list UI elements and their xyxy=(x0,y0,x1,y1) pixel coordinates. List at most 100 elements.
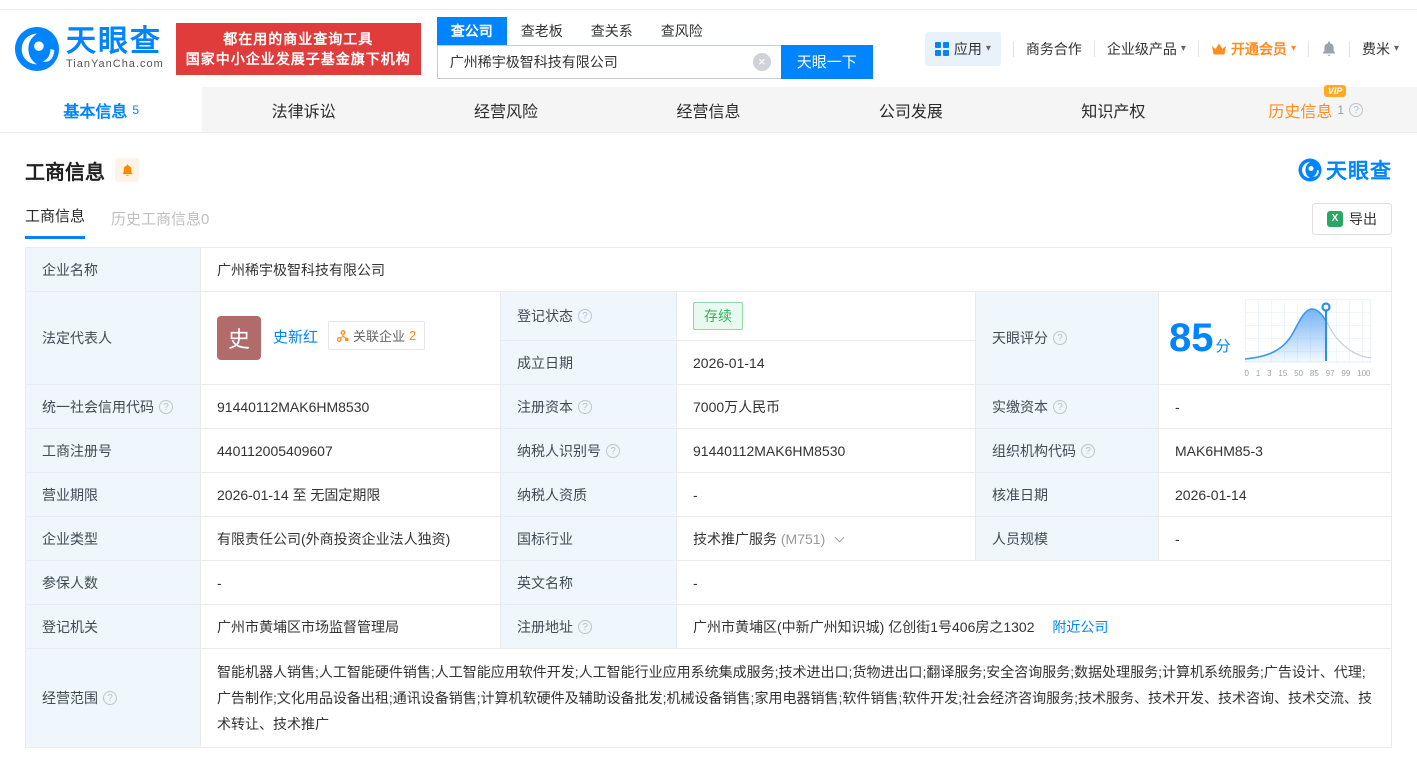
avatar[interactable]: 史 xyxy=(217,316,261,360)
section-title: 工商信息 xyxy=(25,156,105,185)
caret-down-icon: ▾ xyxy=(1291,43,1296,54)
english-name-value: - xyxy=(677,561,1392,605)
search-button[interactable]: 天眼一下 xyxy=(781,45,873,79)
reg-number-value: 440112005409607 xyxy=(201,429,501,473)
field-label: 成立日期 xyxy=(517,355,573,371)
reg-address-value: 广州市黄埔区(中新广州知识城) 亿创街1号406房之1302 附近公司 xyxy=(677,605,1392,649)
tab-operation-info[interactable]: 经营信息 xyxy=(607,87,809,132)
table-row: 登记机关 广州市黄埔区市场监督管理局 注册地址? 广州市黄埔区(中新广州知识城)… xyxy=(26,605,1392,649)
header: 天眼查 TianYanCha.com 都在用的商业查询工具 国家中小企业发展子基… xyxy=(0,10,1417,87)
help-icon[interactable]: ? xyxy=(159,400,173,414)
username: 费米 xyxy=(1362,39,1390,59)
tab-legal-proceedings[interactable]: 法律诉讼 xyxy=(202,87,404,132)
help-icon[interactable]: ? xyxy=(606,444,620,458)
caret-down-icon: ▾ xyxy=(1394,43,1399,54)
est-date-value: 2026-01-14 xyxy=(677,341,976,385)
field-label: 英文名称 xyxy=(517,575,573,591)
field-label: 注册地址 xyxy=(517,617,573,637)
help-icon[interactable]: ? xyxy=(1349,103,1363,117)
top-divider xyxy=(0,0,1417,10)
vip-upgrade-link[interactable]: 开通会员 ▾ xyxy=(1211,39,1296,59)
tianyan-score[interactable]: 85分 xyxy=(1169,316,1231,361)
tab-company-development[interactable]: 公司发展 xyxy=(810,87,1012,132)
tab-count: 1 xyxy=(1337,103,1344,117)
tianyancha-watermark: 天眼查 xyxy=(1298,155,1392,185)
apps-menu[interactable]: 应用 ▾ xyxy=(925,32,1001,66)
field-label: 登记机关 xyxy=(42,619,98,635)
status-badge: 存续 xyxy=(693,302,743,330)
help-icon[interactable]: ? xyxy=(1053,400,1067,414)
nearby-companies-link[interactable]: 附近公司 xyxy=(1052,619,1108,635)
field-label: 天眼评分 xyxy=(992,328,1048,348)
field-label: 经营范围 xyxy=(42,688,98,708)
search-tab-company[interactable]: 查公司 xyxy=(437,17,507,45)
nav-divider xyxy=(1094,41,1095,57)
search-tab-risk[interactable]: 查风险 xyxy=(647,17,717,45)
tianyancha-logo[interactable]: 天眼查 TianYanCha.com xyxy=(14,26,164,72)
enterprise-products-menu[interactable]: 企业级产品 ▾ xyxy=(1107,39,1186,59)
tab-history-info[interactable]: 历史信息 VIP 1 ? xyxy=(1215,87,1417,132)
search-tab-boss[interactable]: 查老板 xyxy=(507,17,577,45)
slogan-banner: 都在用的商业查询工具 国家中小企业发展子基金旗下机构 xyxy=(176,23,421,75)
nav-divider xyxy=(1308,41,1309,57)
nav-divider xyxy=(1349,41,1350,57)
vip-badge: VIP xyxy=(1324,85,1347,97)
taxpayer-quality-value: - xyxy=(677,473,976,517)
business-cooperation-link[interactable]: 商务合作 xyxy=(1026,39,1082,59)
help-icon[interactable]: ? xyxy=(578,400,592,414)
grid-icon xyxy=(935,42,949,56)
field-label: 注册资本 xyxy=(517,397,573,417)
field-label: 法定代表人 xyxy=(42,330,112,346)
user-menu[interactable]: 费米 ▾ xyxy=(1362,39,1399,59)
reg-authority-value: 广州市黄埔区市场监督管理局 xyxy=(201,605,501,649)
main-content: 工商信息 天眼查 工商信息 历史工商信息0 X 导出 xyxy=(0,155,1417,748)
notification-bell-icon[interactable] xyxy=(1321,41,1337,57)
taxpayer-id-value: 91440112MAK6HM8530 xyxy=(677,429,976,473)
credit-code-value: 91440112MAK6HM8530 xyxy=(201,385,501,429)
tianyancha-watermark-icon xyxy=(1298,158,1322,182)
approval-date-value: 2026-01-14 xyxy=(1159,473,1392,517)
clear-icon[interactable]: × xyxy=(753,53,771,71)
help-icon[interactable]: ? xyxy=(1053,331,1067,345)
export-button[interactable]: X 导出 xyxy=(1312,203,1392,235)
caret-down-icon: ▾ xyxy=(1181,43,1186,54)
search-input[interactable] xyxy=(437,45,781,79)
caret-down-icon: ▾ xyxy=(986,43,991,54)
table-row: 企业名称 广州稀宇极智科技有限公司 xyxy=(26,248,1392,292)
paid-capital-value: - xyxy=(1159,385,1392,429)
score-distribution-chart: 0131550859799100 xyxy=(1245,299,1371,378)
related-count: 2 xyxy=(409,328,416,343)
tab-intellectual-property[interactable]: 知识产权 xyxy=(1012,87,1214,132)
help-icon[interactable]: ? xyxy=(578,620,592,634)
help-icon[interactable]: ? xyxy=(1081,444,1095,458)
chevron-down-icon[interactable] xyxy=(835,532,845,542)
search-tab-relation[interactable]: 查关系 xyxy=(577,17,647,45)
table-row: 法定代表人 史史新红 关联企业 2 登记状态? 存续 天眼评分? xyxy=(26,292,1392,341)
search-area: 查公司 查老板 查关系 查风险 × 天眼一下 xyxy=(437,19,873,79)
related-companies-badge[interactable]: 关联企业 2 xyxy=(328,321,425,350)
company-tabs: 基本信息 5 法律诉讼 经营风险 经营信息 公司发展 知识产权 历史信息 VIP… xyxy=(0,87,1417,133)
industry-code: (M751) xyxy=(781,531,825,547)
help-icon[interactable]: ? xyxy=(578,309,592,323)
legal-rep-link[interactable]: 史新红 xyxy=(273,329,318,346)
slogan-line2: 国家中小企业发展子基金旗下机构 xyxy=(186,49,411,69)
enterprise-products-label: 企业级产品 xyxy=(1107,39,1177,59)
table-row: 经营范围? 智能机器人销售;人工智能硬件销售;人工智能应用软件开发;人工智能行业… xyxy=(26,649,1392,748)
tab-operation-risk[interactable]: 经营风险 xyxy=(405,87,607,132)
subtab-business-info[interactable]: 工商信息 xyxy=(25,205,85,239)
subscribe-bell-icon[interactable] xyxy=(115,158,139,182)
help-icon[interactable]: ? xyxy=(103,691,117,705)
table-row: 营业期限 2026-01-14 至 无固定期限 纳税人资质 - 核准日期 202… xyxy=(26,473,1392,517)
subtab-history-business-info[interactable]: 历史工商信息0 xyxy=(111,208,209,239)
staff-size-value: - xyxy=(1159,517,1392,561)
watermark-label: 天眼查 xyxy=(1326,155,1392,185)
field-label: 工商注册号 xyxy=(42,443,112,459)
company-type-value: 有限责任公司(外商投资企业法人独资) xyxy=(201,517,501,561)
apps-label: 应用 xyxy=(954,39,982,59)
vip-upgrade-label: 开通会员 xyxy=(1231,39,1287,59)
tab-basic-info[interactable]: 基本信息 5 xyxy=(0,87,202,132)
excel-icon: X xyxy=(1327,211,1343,227)
brand-name: 天眼查 xyxy=(66,27,164,57)
nav-divider xyxy=(1198,41,1199,57)
field-label: 国标行业 xyxy=(517,531,573,547)
